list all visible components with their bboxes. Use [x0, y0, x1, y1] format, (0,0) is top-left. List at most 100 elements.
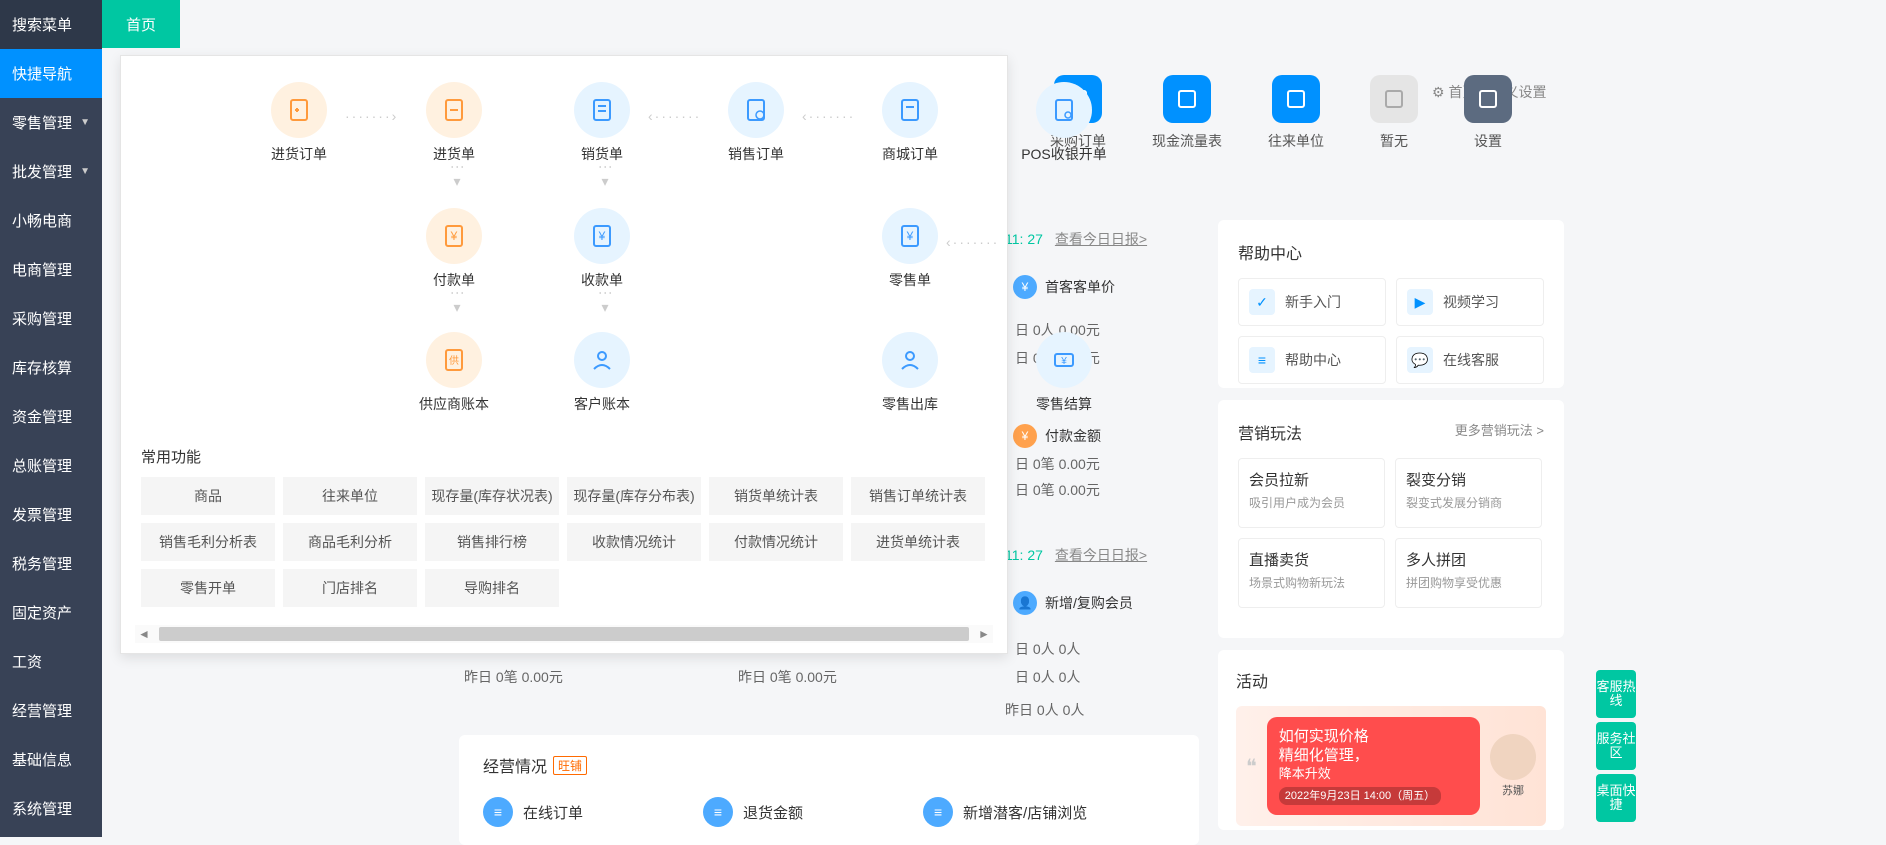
common-btn-5[interactable]: 销售订单统计表: [851, 477, 985, 515]
order-in-icon: [286, 97, 312, 123]
common-btn-14[interactable]: 导购排名: [425, 569, 559, 607]
common-btn-1[interactable]: 往来单位: [283, 477, 417, 515]
mkt-item-2[interactable]: 直播卖货场景式购物新玩法: [1238, 538, 1385, 608]
svg-text:¥: ¥: [1060, 356, 1067, 367]
common-btn-10[interactable]: 付款情况统计: [709, 523, 843, 561]
wf-purchase-order[interactable]: 进货订单: [235, 82, 363, 164]
sidebar-search[interactable]: 搜索菜单: [0, 0, 102, 49]
retail-icon: ¥: [897, 223, 923, 249]
wf-customer-ledger[interactable]: 客户账本: [538, 332, 666, 414]
common-btn-7[interactable]: 商品毛利分析: [283, 523, 417, 561]
act-title: 活动: [1236, 668, 1546, 692]
biz-item-2: ≡新增潜客/店铺浏览: [923, 797, 1087, 827]
sidebar-quicknav[interactable]: 快捷导航: [0, 49, 102, 98]
sidebar-ledger[interactable]: 总账管理: [0, 441, 102, 490]
common-btn-0[interactable]: 商品: [141, 477, 275, 515]
promo-text: 如何实现价格精细化管理， 降本升效 2022年9月23日 14:00（周五）: [1267, 717, 1480, 815]
common-btn-13[interactable]: 门店排名: [283, 569, 417, 607]
arrow-icon: ⋮▾: [450, 286, 466, 316]
sidebar-purchase[interactable]: 采购管理: [0, 294, 102, 343]
business-status-card: 经营情况旺铺 ≡在线订单≡退货金额≡新增潜客/店铺浏览: [459, 735, 1199, 845]
shortcut-3[interactable]: 暂无: [1370, 75, 1418, 151]
chevron-down-icon: ▼: [80, 117, 90, 128]
sidebar-operation[interactable]: 经营管理: [0, 686, 102, 735]
wf-receipt[interactable]: ¥收款单: [538, 208, 666, 290]
help-item-1[interactable]: ▶视频学习: [1396, 278, 1544, 326]
common-btn-9[interactable]: 收款情况统计: [567, 523, 701, 561]
help-item-0[interactable]: ✓新手入门: [1238, 278, 1386, 326]
shortcut-4[interactable]: 设置: [1464, 75, 1512, 151]
float-btn-0[interactable]: 客服热线: [1596, 670, 1636, 718]
horizontal-scrollbar[interactable]: ◄ ►: [135, 625, 993, 643]
common-btn-11[interactable]: 进货单统计表: [851, 523, 985, 561]
sidebar-inventory[interactable]: 库存核算: [0, 343, 102, 392]
wf-pos[interactable]: POS收银开单: [1000, 82, 1128, 164]
common-btn-4[interactable]: 销货单统计表: [709, 477, 843, 515]
wf-retail-out[interactable]: 零售出库: [846, 332, 974, 414]
sidebar-system[interactable]: 系统管理: [0, 784, 102, 833]
stat-line: 日 0笔 0.00元: [1015, 480, 1100, 500]
sidebar-xiaochang[interactable]: 小畅电商: [0, 196, 102, 245]
mkt-item-1[interactable]: 裂变分销裂变式发展分销商: [1395, 458, 1542, 528]
sidebar-ecommerce[interactable]: 电商管理: [0, 245, 102, 294]
stat-line: 日 0人 0人: [1015, 667, 1080, 687]
pay-icon: ¥: [1013, 424, 1037, 448]
biz-icon: ≡: [923, 797, 953, 827]
shortcut-2[interactable]: 往来单位: [1268, 75, 1324, 151]
shortcut-1[interactable]: 现金流量表: [1152, 75, 1222, 151]
help-item-2[interactable]: ≡帮助中心: [1238, 336, 1386, 384]
sidebar-funds[interactable]: 资金管理: [0, 392, 102, 441]
scroll-right-icon[interactable]: ►: [975, 627, 993, 641]
wf-mall-order[interactable]: 商城订单: [846, 82, 974, 164]
workflow-diagram: 进货订单 ·······› 进货单 销货单 ‹······· 销售订单 ‹···…: [121, 56, 1007, 436]
sidebar-salary[interactable]: 工资: [0, 637, 102, 686]
wf-payment[interactable]: ¥付款单: [390, 208, 518, 290]
shortcut-icon: [1163, 75, 1211, 123]
wf-purchase-bill[interactable]: 进货单: [390, 82, 518, 164]
biz-title: 经营情况旺铺: [483, 753, 1175, 777]
chevron-down-icon: ▼: [80, 166, 90, 177]
stat-newmember: 👤新增/复购会员: [1013, 591, 1133, 615]
sidebar-wholesale[interactable]: 批发管理▼: [0, 147, 102, 196]
help-item-3[interactable]: 💬在线客服: [1396, 336, 1544, 384]
sales-icon: [589, 97, 615, 123]
stat-line: 日 0人 0人: [1015, 639, 1080, 659]
sidebar-tax[interactable]: 税务管理: [0, 539, 102, 588]
report-link-1: 11: 27查看今日日报>: [1005, 229, 1147, 249]
sidebar-invoice[interactable]: 发票管理: [0, 490, 102, 539]
wf-sales-bill[interactable]: 销货单: [538, 82, 666, 164]
float-btn-2[interactable]: 桌面快捷: [1596, 774, 1636, 822]
common-btn-3[interactable]: 现存量(库存分布表): [567, 477, 701, 515]
sidebar-basicinfo[interactable]: 基础信息: [0, 735, 102, 784]
sidebar-retail[interactable]: 零售管理▼: [0, 98, 102, 147]
daily-report-link[interactable]: 查看今日日报>: [1055, 547, 1147, 563]
settle-icon: ¥: [1051, 347, 1077, 373]
common-btn-8[interactable]: 销售排行榜: [425, 523, 559, 561]
svg-text:¥: ¥: [906, 229, 914, 243]
more-marketing-link[interactable]: 更多营销玩法 >: [1455, 420, 1544, 444]
mkt-item-3[interactable]: 多人拼团拼团购物享受优惠: [1395, 538, 1542, 608]
help-icon: ▶: [1407, 289, 1433, 315]
common-btn-2[interactable]: 现存量(库存状况表): [425, 477, 559, 515]
arrow-icon: ⋮▾: [598, 160, 614, 190]
wf-retail-settle[interactable]: ¥零售结算: [1000, 332, 1128, 414]
mkt-item-0[interactable]: 会员拉新吸引用户成为会员: [1238, 458, 1385, 528]
out-icon: [897, 347, 923, 373]
float-buttons: 客服热线服务社区桌面快捷: [1596, 670, 1636, 822]
shortcut-icon: [1464, 75, 1512, 123]
common-btn-12[interactable]: 零售开单: [141, 569, 275, 607]
wf-supplier-ledger[interactable]: 供供应商账本: [390, 332, 518, 414]
scroll-track[interactable]: [159, 627, 969, 641]
biz-item-1: ≡退货金额: [703, 797, 803, 827]
daily-report-link[interactable]: 查看今日日报>: [1055, 231, 1147, 247]
common-btn-6[interactable]: 销售毛利分析表: [141, 523, 275, 561]
wf-sales-order[interactable]: 销售订单: [692, 82, 820, 164]
promo-banner[interactable]: ❝ 如何实现价格精细化管理， 降本升效 2022年9月23日 14:00（周五）…: [1236, 706, 1546, 826]
scroll-left-icon[interactable]: ◄: [135, 627, 153, 641]
float-btn-1[interactable]: 服务社区: [1596, 722, 1636, 770]
sidebar-asset[interactable]: 固定资产: [0, 588, 102, 637]
arrow-icon: ⋮▾: [450, 160, 466, 190]
biz-icon: ≡: [483, 797, 513, 827]
tab-home[interactable]: 首页: [102, 0, 180, 48]
yest-line: 昨日 0笔 0.00元: [738, 667, 837, 687]
